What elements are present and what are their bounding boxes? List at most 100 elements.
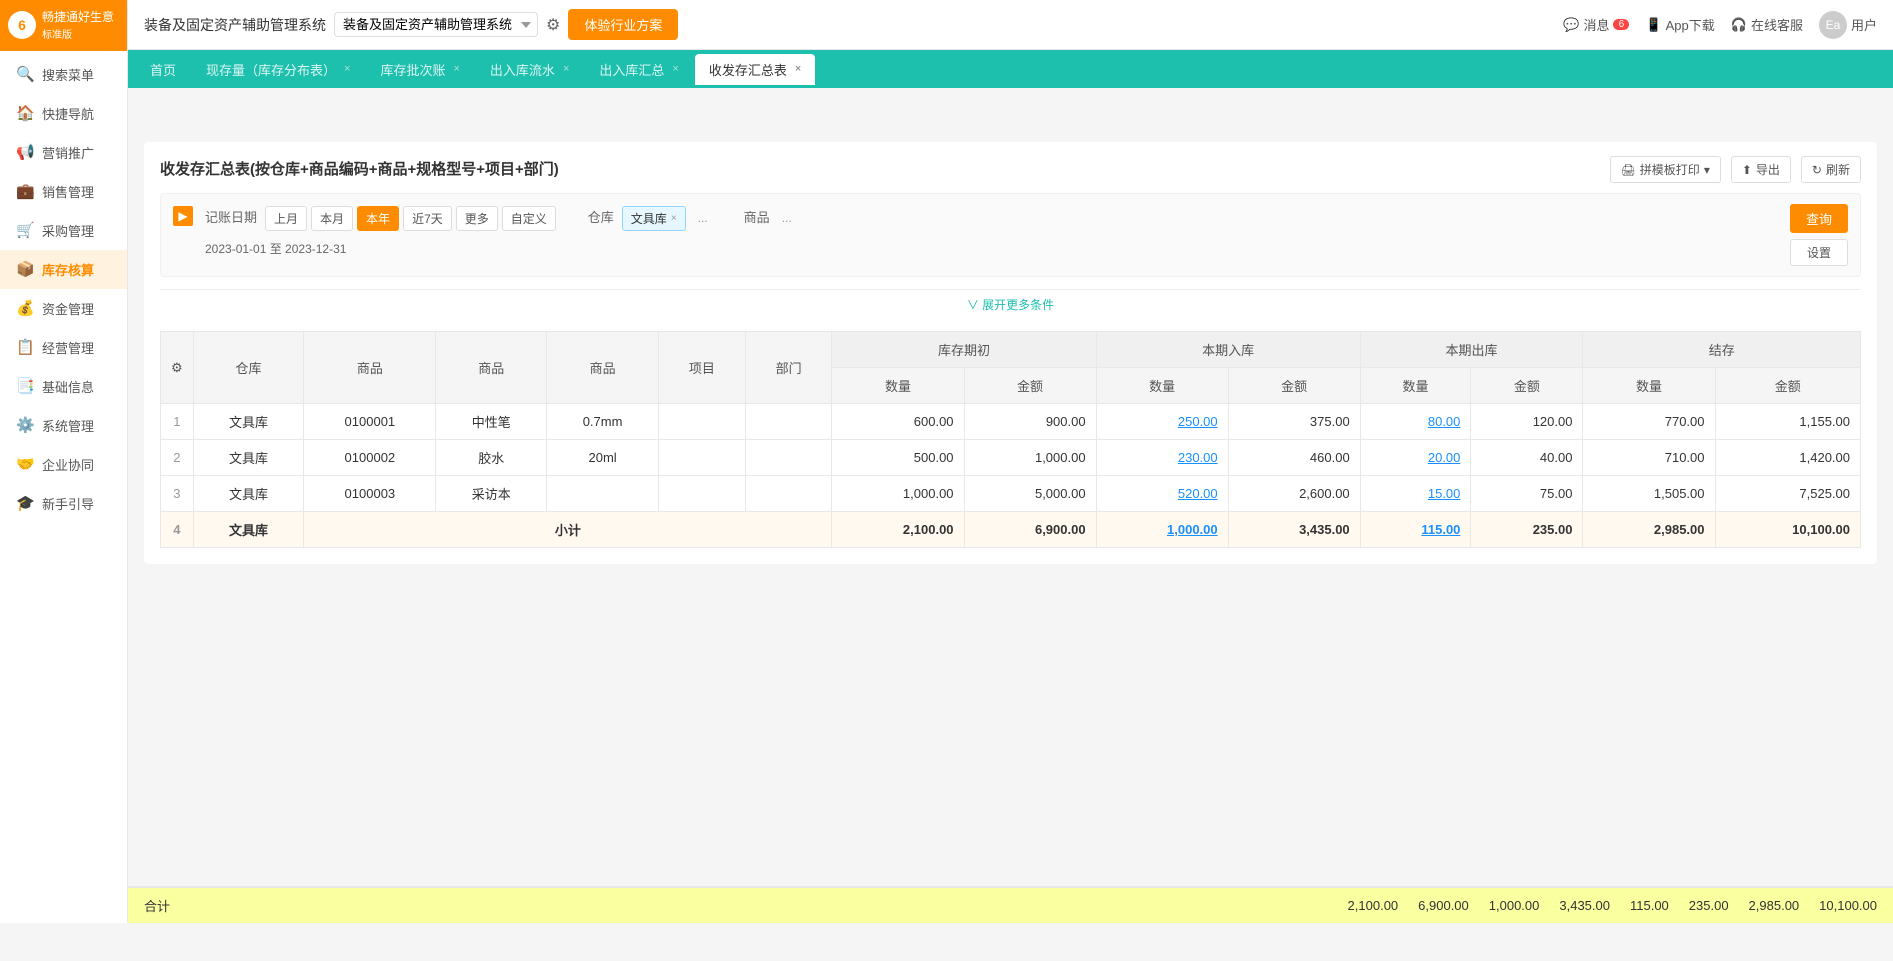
subtotal-bal-qty: 2,985.00 — [1583, 512, 1715, 548]
warehouse-tag-value: 文具库 — [631, 210, 667, 227]
total-in-amt: 3,435.00 — [1559, 898, 1610, 913]
cell-dept — [745, 476, 832, 512]
sidebar-item-purchase[interactable]: 🛒 采购管理 — [0, 211, 127, 250]
col-in-amt-header: 金额 — [1228, 368, 1360, 404]
sidebar-item-system[interactable]: ⚙️ 系统管理 — [0, 406, 127, 445]
tab-recv-send-summary[interactable]: 收发存汇总表 × — [695, 54, 815, 85]
sidebar-item-label: 资金管理 — [42, 299, 94, 318]
logo-text: 畅捷通好生意 — [42, 10, 114, 26]
business-icon: 📋 — [16, 338, 34, 356]
sidebar-item-sales[interactable]: 💼 销售管理 — [0, 172, 127, 211]
experience-btn[interactable]: 体验行业方案 — [568, 9, 678, 40]
cell-out-qty[interactable]: 15.00 — [1360, 476, 1471, 512]
online-service-btn[interactable]: 🎧 在线客服 — [1731, 15, 1803, 34]
total-bal-qty: 2,985.00 — [1749, 898, 1800, 913]
settings-btn[interactable]: 设置 — [1790, 239, 1848, 266]
cell-bal-amt: 7,525.00 — [1715, 476, 1861, 512]
tab-close-icon[interactable]: × — [453, 63, 459, 75]
tab-close-icon[interactable]: × — [563, 63, 569, 75]
message-icon: 💬 — [1563, 17, 1579, 33]
system-title: 装备及固定资产辅助管理系统 — [144, 15, 326, 35]
tab-inventory-dist[interactable]: 现存量（库存分布表） × — [192, 54, 364, 85]
tab-batch-ledger[interactable]: 库存批次账 × — [366, 54, 473, 85]
finance-icon: 💰 — [16, 299, 34, 317]
sidebar-item-label: 采购管理 — [42, 221, 94, 240]
cell-in-amt: 375.00 — [1228, 404, 1360, 440]
cell-dept — [745, 404, 832, 440]
date-btn-this-month[interactable]: 本月 — [311, 206, 353, 231]
user-menu[interactable]: Ea 用户 — [1819, 11, 1877, 39]
message-btn[interactable]: 💬 消息 6 — [1563, 15, 1629, 34]
date-btn-this-year[interactable]: 本年 — [357, 206, 399, 231]
date-range-display: 2023-01-01 至 2023-12-31 — [205, 240, 796, 257]
message-label: 消息 — [1583, 15, 1609, 34]
sidebar-item-label: 库存核算 — [42, 260, 94, 279]
sidebar-item-business[interactable]: 📋 经营管理 — [0, 328, 127, 367]
sidebar-item-enterprise[interactable]: 🤝 企业协同 — [0, 445, 127, 484]
headset-icon: 🎧 — [1731, 17, 1747, 33]
sidebar-item-basic-info[interactable]: 📑 基础信息 — [0, 367, 127, 406]
cell-project — [659, 476, 746, 512]
tab-inout-flow[interactable]: 出入库流水 × — [476, 54, 583, 85]
sidebar-item-marketing[interactable]: 📢 营销推广 — [0, 133, 127, 172]
export-btn[interactable]: ⬆ 导出 — [1731, 156, 1791, 183]
cell-out-qty[interactable]: 20.00 — [1360, 440, 1471, 476]
query-btn[interactable]: 查询 — [1790, 204, 1848, 233]
date-btn-custom[interactable]: 自定义 — [502, 206, 556, 231]
tab-close-icon[interactable]: × — [344, 63, 350, 75]
warehouse-tag-close[interactable]: × — [671, 213, 677, 224]
subtotal-in-qty[interactable]: 1,000.00 — [1096, 512, 1228, 548]
sidebar-item-label: 企业协同 — [42, 455, 94, 474]
subtotal-out-qty[interactable]: 115.00 — [1360, 512, 1471, 548]
user-label: 用户 — [1851, 15, 1877, 34]
sidebar-item-search[interactable]: 🔍 搜索菜单 — [0, 55, 127, 94]
date-btn-7days[interactable]: 近7天 — [403, 206, 452, 231]
refresh-icon: ↻ — [1812, 163, 1822, 177]
subtotal-num: 4 — [161, 512, 194, 548]
gear-icon[interactable]: ⚙ — [546, 15, 560, 35]
cell-out-qty[interactable]: 80.00 — [1360, 404, 1471, 440]
col-bal-amt-header: 金额 — [1715, 368, 1861, 404]
cell-goods-name: 采访本 — [436, 476, 547, 512]
app-download-btn[interactable]: 📱 App下载 — [1645, 15, 1714, 34]
sidebar-item-label: 经营管理 — [42, 338, 94, 357]
sidebar-item-inventory[interactable]: 📦 库存核算 — [0, 250, 127, 289]
expand-more-btn[interactable]: ∨ 展开更多条件 — [160, 289, 1861, 319]
sidebar-item-guide[interactable]: 🎓 新手引导 — [0, 484, 127, 523]
warehouse-tag: 文具库 × — [622, 206, 686, 231]
table-row: 2 文具库 0100002 胶水 20ml 500.00 1,000.00 23… — [161, 440, 1861, 476]
chevron-down-icon: ▾ — [1704, 163, 1710, 177]
guide-icon: 🎓 — [16, 494, 34, 512]
tab-inout-summary[interactable]: 出入库汇总 × — [585, 54, 692, 85]
page-container: 收发存汇总表(按仓库+商品编码+商品+规格型号+项目+部门) 🖨 拼模板打印 ▾… — [144, 142, 1877, 564]
tab-close-icon[interactable]: × — [795, 63, 801, 75]
filter-expand-arrow[interactable]: ▶ — [173, 206, 193, 226]
table-row: 1 文具库 0100001 中性笔 0.7mm 600.00 900.00 25… — [161, 404, 1861, 440]
cell-in-qty[interactable]: 250.00 — [1096, 404, 1228, 440]
cell-in-qty[interactable]: 520.00 — [1096, 476, 1228, 512]
system-icon: ⚙️ — [16, 416, 34, 434]
phone-icon: 📱 — [1645, 17, 1661, 33]
subtotal-row: 4 文具库 小计 2,100.00 6,900.00 1,000.00 3,43… — [161, 512, 1861, 548]
print-btn[interactable]: 🖨 拼模板打印 ▾ — [1610, 156, 1721, 183]
cell-goods-spec: 20ml — [547, 440, 659, 476]
sidebar-item-finance[interactable]: 💰 资金管理 — [0, 289, 127, 328]
col-settings[interactable]: ⚙ — [161, 332, 194, 404]
tab-close-icon[interactable]: × — [672, 63, 678, 75]
cell-opening-qty: 600.00 — [832, 404, 964, 440]
refresh-btn[interactable]: ↻ 刷新 — [1801, 156, 1861, 183]
system-selector[interactable]: 装备及固定资产辅助管理系统 — [334, 12, 538, 37]
sidebar-item-quick-nav[interactable]: 🏠 快捷导航 — [0, 94, 127, 133]
date-btn-last-month[interactable]: 上月 — [265, 206, 307, 231]
cell-in-amt: 2,600.00 — [1228, 476, 1360, 512]
goods-more-btn[interactable]: ... — [778, 208, 796, 228]
col-outbound-header: 本期出库 — [1360, 332, 1583, 368]
date-btn-more[interactable]: 更多 — [456, 206, 498, 231]
page-title: 收发存汇总表(按仓库+商品编码+商品+规格型号+项目+部门) — [160, 158, 1861, 179]
tab-home[interactable]: 首页 — [136, 54, 190, 85]
cell-bal-amt: 1,155.00 — [1715, 404, 1861, 440]
cell-out-amt: 40.00 — [1471, 440, 1583, 476]
warehouse-more-btn[interactable]: ... — [694, 208, 712, 228]
sidebar-item-label: 快捷导航 — [42, 104, 94, 123]
cell-in-qty[interactable]: 230.00 — [1096, 440, 1228, 476]
